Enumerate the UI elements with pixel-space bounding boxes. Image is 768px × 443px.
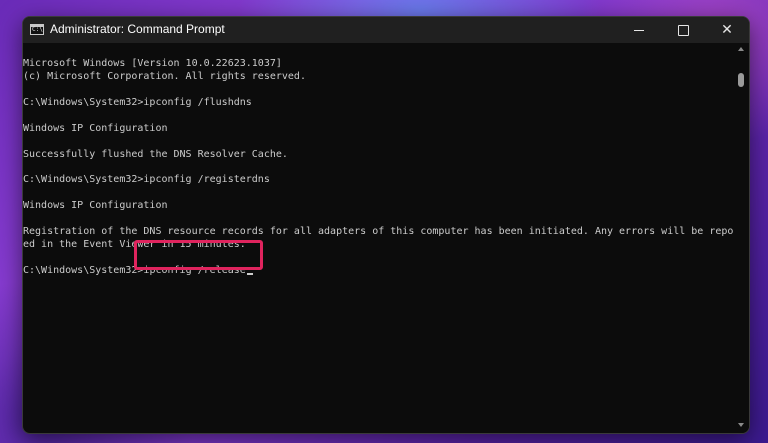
console-line: Registration of the DNS resource records… [23,226,746,237]
console-output[interactable]: Microsoft Windows [Version 10.0.22623.10… [23,43,745,433]
scroll-up-icon[interactable] [738,47,744,51]
scroll-thumb[interactable] [738,73,744,87]
scroll-down-icon[interactable] [738,423,744,427]
console-line: Windows IP Configuration [23,123,168,134]
command-highlight-box [134,240,263,270]
text-cursor [246,273,253,275]
minimize-icon [634,29,644,31]
console-line: (c) Microsoft Corporation. All rights re… [23,71,306,82]
vertical-scrollbar[interactable] [733,43,749,433]
prompt-text: C:\Windows\System32> [23,265,144,276]
close-icon: ✕ [721,22,733,38]
console-line: Microsoft Windows [Version 10.0.22623.10… [23,58,282,69]
minimize-button[interactable] [617,17,661,43]
maximize-button[interactable] [661,17,705,43]
console-line: C:\Windows\System32>ipconfig /flushdns [23,97,252,108]
close-button[interactable]: ✕ [705,17,749,43]
title-bar[interactable]: C:\ Administrator: Command Prompt ✕ [23,17,749,43]
command-prompt-window[interactable]: C:\ Administrator: Command Prompt ✕ Micr… [22,16,750,434]
console-line: Successfully flushed the DNS Resolver Ca… [23,149,288,160]
cmd-icon-glyph: C:\ [32,26,43,33]
console-line: C:\Windows\System32>ipconfig /registerdn… [23,174,270,185]
console-line: Windows IP Configuration [23,200,168,211]
cmd-icon: C:\ [30,24,44,35]
window-title: Administrator: Command Prompt [50,22,225,36]
maximize-icon [677,24,689,36]
